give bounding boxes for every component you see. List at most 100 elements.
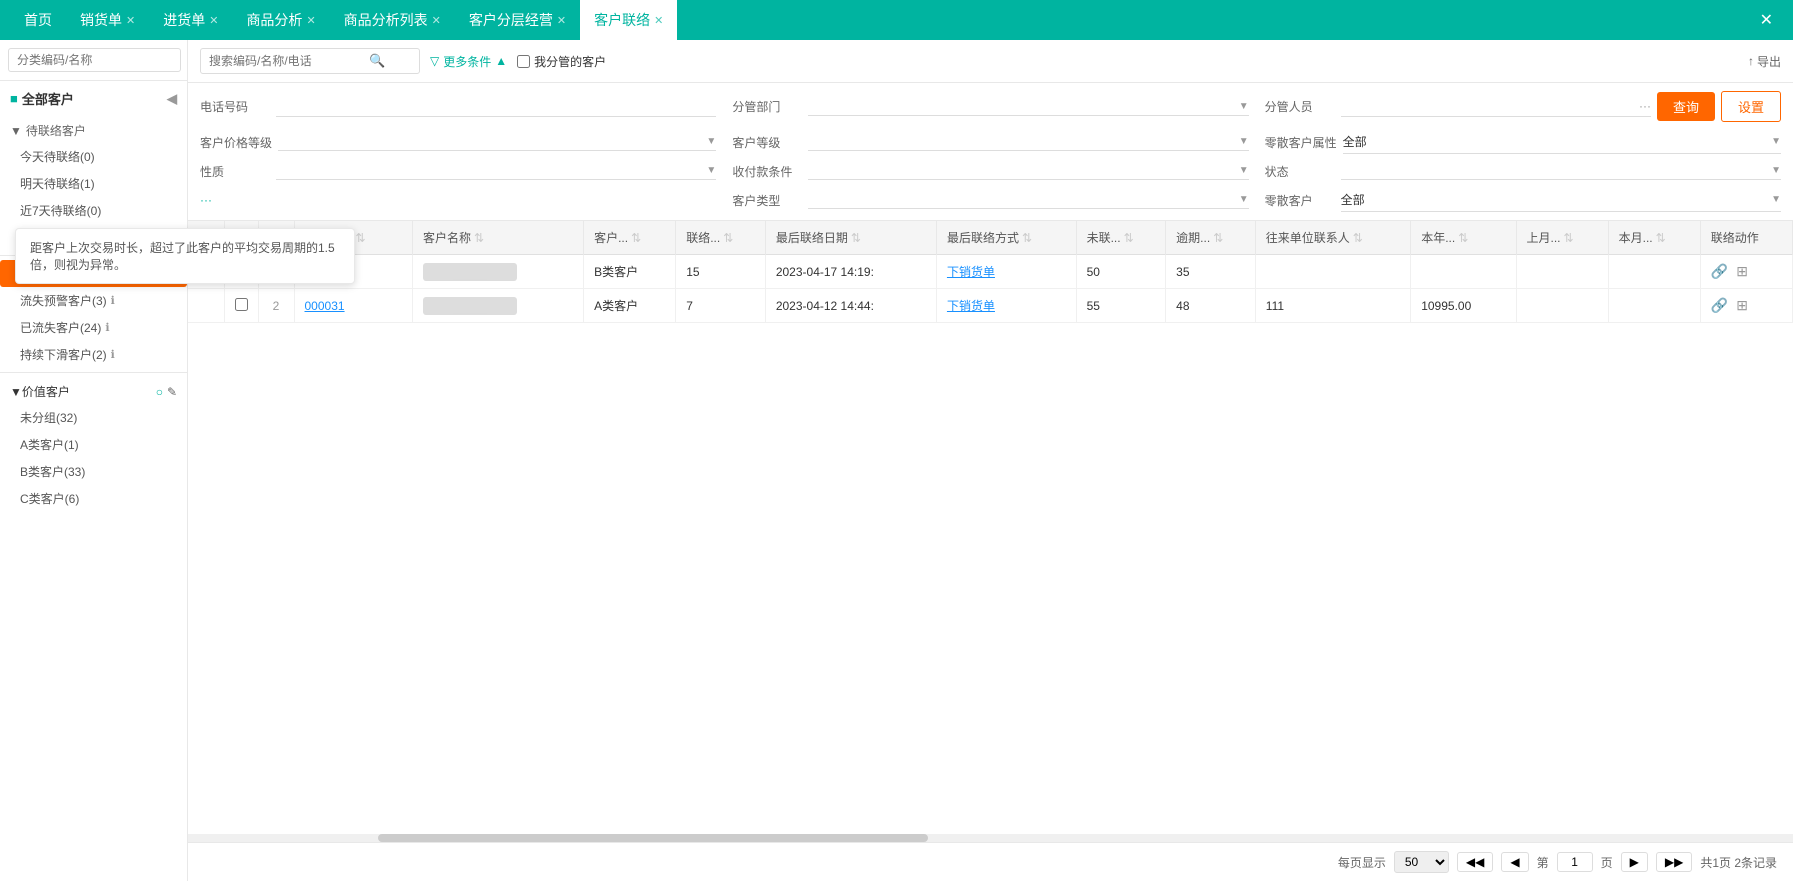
per-page-select[interactable]: 50 10 20 100 <box>1394 851 1449 873</box>
sidebar-item-churn-warning[interactable]: 流失预警客户(3) ℹ <box>0 287 187 314</box>
nav-close-purchase[interactable]: ✕ <box>209 14 218 27</box>
sort-icon-category: ⇅ <box>631 231 641 245</box>
retail-attr-value: 全部 <box>1343 133 1367 150</box>
sidebar-item-7days-pending[interactable]: 近7天待联络(0) <box>0 197 187 224</box>
sidebar-item-churned[interactable]: 已流失客户(24) ℹ <box>0 314 187 341</box>
sidebar-item-today-pending[interactable]: 今天待联络(0) <box>0 143 187 170</box>
sidebar-item-tomorrow-pending[interactable]: 明天待联络(1) <box>0 170 187 197</box>
filter-input-phone[interactable] <box>276 96 716 117</box>
sidebar-divider-2 <box>0 372 187 373</box>
filter-select-dept[interactable]: ▼ <box>808 98 1248 116</box>
blurred-name-1: ████ <box>423 263 517 281</box>
last-page-button[interactable]: ▶▶ <box>1656 852 1692 872</box>
pending-arrow-icon: ▼ <box>10 124 22 138</box>
nav-label-purchase: 进货单 <box>163 10 205 30</box>
value-customers-group[interactable]: ▼ 价值客户 ○ ✎ <box>0 377 187 404</box>
filter-select-payment[interactable]: ▼ <box>808 162 1248 180</box>
th-category[interactable]: 客户... ⇅ <box>584 221 676 255</box>
nav-close-product-analysis[interactable]: ✕ <box>306 14 315 27</box>
filter-search-input[interactable] <box>209 54 369 68</box>
th-contact-count[interactable]: 联络... ⇅ <box>676 221 766 255</box>
sort-icon-method: ⇅ <box>1022 231 1032 245</box>
filter-select-customer-level[interactable]: ▼ <box>808 133 1248 151</box>
sidebar-item-class-c[interactable]: C类客户(6) <box>0 485 187 512</box>
th-this-year[interactable]: 本年... ⇅ <box>1411 221 1516 255</box>
page-number-input[interactable] <box>1557 852 1593 872</box>
sort-icon-last-date: ⇅ <box>851 231 861 245</box>
filter-search-icon[interactable]: 🔍 <box>369 53 385 69</box>
retail-customer-arrow-icon: ▼ <box>1771 194 1781 205</box>
td-unit-contact-2: 111 <box>1255 289 1410 323</box>
sidebar-item-declining[interactable]: 持续下滑客户(2) ℹ <box>0 341 187 368</box>
td-code-2[interactable]: 000031 <box>294 289 412 323</box>
th-uncontacted[interactable]: 未联... ⇅ <box>1076 221 1166 255</box>
td-settings-2 <box>188 289 224 323</box>
nav-item-purchase[interactable]: 进货单 ✕ <box>149 0 232 40</box>
row-checkbox-2[interactable] <box>235 298 248 311</box>
sidebar-item-class-b[interactable]: B类客户(33) <box>0 458 187 485</box>
action-link-icon-2[interactable]: 🔗 <box>1711 297 1728 314</box>
edit-icon[interactable]: ✎ <box>167 385 177 399</box>
sidebar-collapse-icon[interactable]: ◀ <box>167 91 177 107</box>
sidebar-item-class-a[interactable]: A类客户(1) <box>0 431 187 458</box>
nav-close-sales[interactable]: ✕ <box>126 14 135 27</box>
th-overdue[interactable]: 逾期... ⇅ <box>1166 221 1256 255</box>
filter-bar: 🔍 ▽ 更多条件 ▲ 我分管的客户 ↑ 导出 <box>188 40 1793 83</box>
filter-select-retail-customer[interactable]: 全部 ▼ <box>1341 188 1781 212</box>
action-grid-icon-1[interactable]: ⊞ <box>1736 263 1748 280</box>
my-customers-checkbox-area[interactable]: 我分管的客户 <box>517 53 606 70</box>
action-link-icon-1[interactable]: 🔗 <box>1711 263 1728 280</box>
th-unit-contact[interactable]: 往来单位联系人 ⇅ <box>1255 221 1410 255</box>
prev-page-button[interactable]: ◀ <box>1501 852 1528 872</box>
nav-item-product-analysis[interactable]: 商品分析 ✕ <box>232 0 329 40</box>
filter-select-nature[interactable]: ▼ <box>276 162 716 180</box>
td-checkbox-2[interactable] <box>224 289 258 323</box>
nav-close-product-analysis-list[interactable]: ✕ <box>432 14 441 27</box>
filter-search-box: 🔍 <box>200 48 420 74</box>
th-last-contact-method[interactable]: 最后联络方式 ⇅ <box>936 221 1076 255</box>
action-grid-icon-2[interactable]: ⊞ <box>1736 297 1748 314</box>
th-last-contact-date[interactable]: 最后联络日期 ⇅ <box>765 221 936 255</box>
filter-select-manager[interactable]: ··· <box>1341 96 1651 117</box>
sidebar-item-ungrouped[interactable]: 未分组(32) <box>0 404 187 431</box>
nav-item-home[interactable]: 首页 <box>10 0 66 40</box>
top-navigation: 首页 销货单 ✕ 进货单 ✕ 商品分析 ✕ 商品分析列表 ✕ 客户分层经营 ✕ … <box>0 0 1793 40</box>
settings-button[interactable]: 设置 <box>1721 91 1781 122</box>
sidebar-search-input[interactable] <box>8 48 181 72</box>
my-customers-checkbox[interactable] <box>517 55 530 68</box>
export-button[interactable]: ↑ 导出 <box>1748 53 1781 70</box>
th-this-month[interactable]: 本月... ⇅ <box>1608 221 1700 255</box>
sort-icon-last-month: ⇅ <box>1564 231 1574 245</box>
pending-contact-group[interactable]: ▼ 待联络客户 <box>0 116 187 143</box>
next-page-button[interactable]: ▶ <box>1621 852 1648 872</box>
nav-close-customer-segment[interactable]: ✕ <box>557 14 566 27</box>
nav-item-sales[interactable]: 销货单 ✕ <box>66 0 149 40</box>
sidebar-search-area: 🔍 <box>0 40 187 81</box>
filter-label-dept: 分管部门 <box>732 98 802 115</box>
nav-close-customer-contact[interactable]: ✕ <box>654 14 663 27</box>
filter-select-price-level[interactable]: ▼ <box>278 133 716 151</box>
td-last-date-2: 2023-04-12 14:44: <box>765 289 936 323</box>
filter-select-status[interactable]: ▼ <box>1341 162 1781 180</box>
filter-select-customer-type[interactable]: ▼ <box>808 191 1248 209</box>
td-category-1: B类客户 <box>584 255 676 289</box>
filter-label-payment: 收付款条件 <box>732 163 802 180</box>
td-last-method-2: 下销货单 <box>936 289 1076 323</box>
nav-item-customer-contact[interactable]: 客户联络 ✕ <box>580 0 677 40</box>
all-customers-header[interactable]: ■ 全部客户 ◀ <box>0 81 187 116</box>
query-button[interactable]: 查询 <box>1657 92 1715 121</box>
filter-select-retail-attr[interactable]: 全部 ▼ <box>1343 130 1781 154</box>
nav-item-product-analysis-list[interactable]: 商品分析列表 ✕ <box>330 0 455 40</box>
more-options-link[interactable]: ··· <box>200 193 212 207</box>
scrollbar-thumb[interactable] <box>378 834 928 842</box>
nav-item-customer-segment[interactable]: 客户分层经营 ✕ <box>455 0 580 40</box>
th-last-month[interactable]: 上月... ⇅ <box>1516 221 1608 255</box>
more-filters-button[interactable]: ▽ 更多条件 ▲ <box>430 53 507 70</box>
window-close-button[interactable]: ✕ <box>1750 10 1783 30</box>
th-name[interactable]: 客户名称 ⇅ <box>412 221 583 255</box>
first-page-button[interactable]: ◀◀ <box>1457 852 1493 872</box>
export-label: 导出 <box>1757 53 1781 70</box>
horizontal-scrollbar[interactable] <box>188 834 1793 842</box>
dept-arrow-icon: ▼ <box>1239 101 1249 112</box>
pending-contact-label: 待联络客户 <box>26 122 86 139</box>
